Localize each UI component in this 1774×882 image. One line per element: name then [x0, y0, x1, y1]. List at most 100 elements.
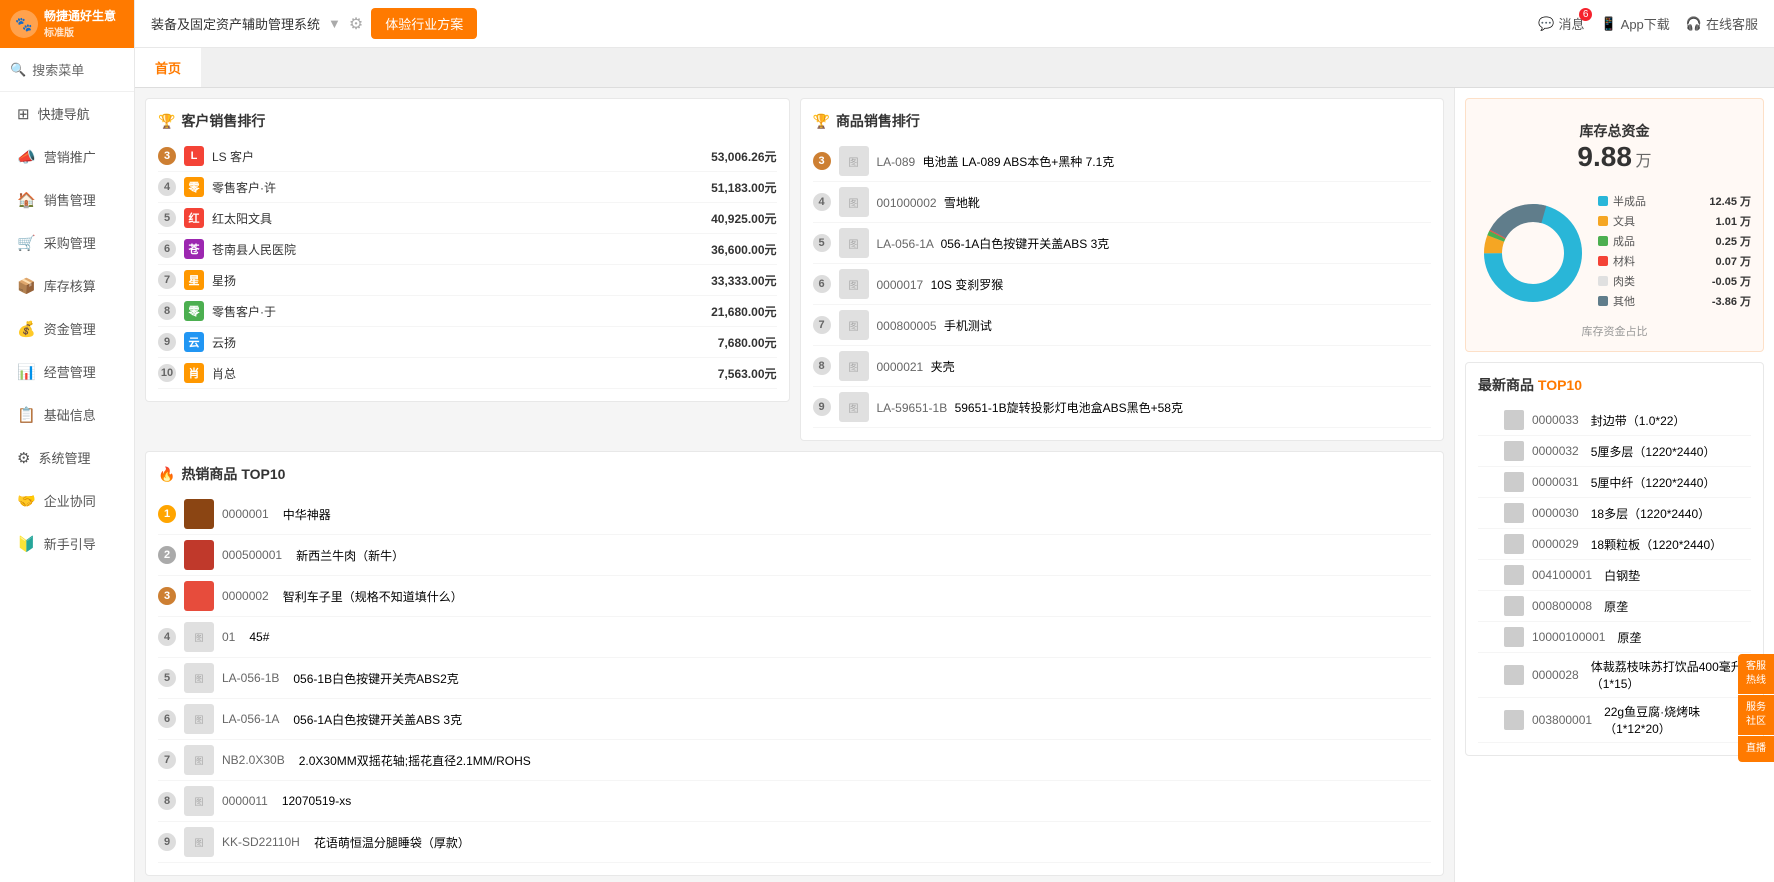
list-item: 5 图 LA-056-1B 056-1B白色按键开关壳ABS2克 [158, 658, 1431, 699]
basic-icon: 📋 [17, 406, 36, 424]
message-icon: 💬 [1538, 16, 1554, 32]
finance-icon: 💰 [17, 320, 36, 338]
rank-number: 4 [158, 178, 176, 196]
sidebar-item-system[interactable]: ⚙ 系统管理 [0, 436, 134, 479]
list-item: 7 图 NB2.0X30B 2.0X30MM双摇花轴;摇花直径2.1MM/ROH… [158, 740, 1431, 781]
message-button[interactable]: 💬 消息 6 [1538, 14, 1584, 33]
customer-value: 53,006.26元 [711, 148, 776, 165]
product-sale-rank-list: 3 图 LA-089 电池盖 LA-089 ABS本色+黑种 7.1克 4 图 [813, 141, 1432, 428]
legend-item: 半成品 12.45 万 [1598, 193, 1751, 209]
tab-home[interactable]: 首页 [135, 48, 201, 87]
product-name: 白钢垫 [1604, 567, 1640, 584]
rank-item: 3 L LS 客户 53,006.26元 [158, 141, 777, 172]
rank-number: 6 [158, 710, 176, 728]
trophy2-icon: 🏆 [813, 113, 830, 130]
sidebar-item-inventory[interactable]: 📦 库存核算 [0, 264, 134, 307]
legend-dot [1598, 296, 1608, 306]
sidebar-item-basic[interactable]: 📋 基础信息 [0, 393, 134, 436]
sidebar-nav: ⊞ 快捷导航 📣 营销推广 🏠 销售管理 🛒 采购管理 📦 库存核算 💰 资金管… [0, 92, 134, 882]
product-info: LA-056-1A 056-1A白色按键开关盖ABS 3克 [877, 235, 1432, 252]
sidebar-item-marketing[interactable]: 📣 营销推广 [0, 135, 134, 178]
customer-value: 40,925.00元 [711, 210, 776, 227]
search-menu-button[interactable]: 🔍 搜索菜单 [10, 56, 124, 83]
rank-number: 6 [1478, 566, 1496, 584]
legend-dot [1598, 236, 1608, 246]
rank-number: 1 [1478, 411, 1496, 429]
rank-item: 6 图 0000017 10S 变刹罗猴 [813, 264, 1432, 305]
customer-value: 21,680.00元 [711, 303, 776, 320]
sidebar-item-sales[interactable]: 🏠 销售管理 [0, 178, 134, 221]
inventory-chart-area: 半成品 12.45 万 文具 1.01 万 成品 0.25 万 [1478, 193, 1751, 313]
product-thumbnail: 图 [184, 745, 214, 775]
product-thumbnail: 图 [184, 622, 214, 652]
rank-number: 6 [158, 240, 176, 258]
product-sale-rank-col: 🏆 商品销售排行 3 图 LA-089 电池盖 LA-089 ABS本色+黑种 … [800, 98, 1445, 451]
list-item: 1 0000001 中华神器 [158, 494, 1431, 535]
customer-service-button[interactable]: 客服热线 [1738, 654, 1774, 694]
app-download-button[interactable]: 📱 App下载 [1600, 14, 1669, 33]
sidebar-label-inventory: 库存核算 [44, 276, 96, 295]
latest-title-text: 最新商品 TOP10 [1478, 375, 1582, 395]
topbar: 装备及固定资产辅助管理系统 ▼ ⚙ 体验行业方案 💬 消息 6 📱 App下载 … [135, 0, 1774, 48]
service-community-button[interactable]: 服务社区 [1738, 695, 1774, 735]
rank-item: 9 图 LA-59651-1B 59651-1B旋转投影灯电池盒ABS黑色+58… [813, 387, 1432, 428]
rank-number: 8 [813, 357, 831, 375]
online-service-label: 在线客服 [1706, 14, 1758, 33]
donut-chart [1478, 198, 1588, 308]
product-thumbnail: 图 [184, 663, 214, 693]
product-thumbnail [1504, 565, 1524, 585]
sidebar-label-marketing: 营销推广 [44, 147, 96, 166]
list-item: 6 图 LA-056-1A 056-1A白色按键开关盖ABS 3克 [158, 699, 1431, 740]
customer-name: 红太阳文具 [212, 210, 703, 227]
legend-dot [1598, 196, 1608, 206]
online-service-button[interactable]: 🎧 在线客服 [1686, 14, 1758, 33]
product-name: 体裁荔枝味苏打饮品400毫升（1*15） [1591, 658, 1751, 692]
product-thumbnail: 图 [184, 827, 214, 857]
customer-badge: 零 [184, 177, 204, 197]
sidebar-label-guide: 新手引导 [44, 534, 96, 553]
rank-number: 2 [158, 546, 176, 564]
customer-badge: 星 [184, 270, 204, 290]
product-name: 2.0X30MM双摇花轴;摇花直径2.1MM/ROHS [299, 752, 531, 769]
sidebar-label-basic: 基础信息 [44, 405, 96, 424]
product-name: 原垄 [1617, 629, 1641, 646]
sidebar-item-company[interactable]: 🤝 企业协同 [0, 479, 134, 522]
list-item: 10 003800001 22g鱼豆腐·烧烤味（1*12*20） [1478, 698, 1751, 743]
sales-icon: 🏠 [17, 191, 36, 209]
sidebar-label-quick-nav: 快捷导航 [38, 104, 90, 123]
sidebar-search-area[interactable]: 🔍 搜索菜单 [0, 48, 134, 92]
product-name: 22g鱼豆腐·烧烤味（1*12*20） [1604, 703, 1751, 737]
customer-name: 零售客户·许 [212, 179, 703, 196]
customer-name: LS 客户 [212, 148, 703, 165]
product-name: 18颗粒板（1220*2440） [1591, 536, 1722, 553]
product-thumbnail: 图 [839, 310, 869, 340]
rank-number: 7 [1478, 597, 1496, 615]
sidebar-item-finance[interactable]: 💰 资金管理 [0, 307, 134, 350]
customer-rank-card: 🏆 客户销售排行 3 L LS 客户 53,006.26元 [145, 98, 790, 402]
logo-badge: 标准版 [44, 24, 116, 39]
settings-icon[interactable]: ⚙ [349, 14, 363, 34]
sidebar-item-purchase[interactable]: 🛒 采购管理 [0, 221, 134, 264]
customer-name: 肖总 [212, 365, 710, 382]
customer-value: 36,600.00元 [711, 241, 776, 258]
list-item: 9 图 KK-SD22110H 花语萌恒温分腿睡袋（厚款） [158, 822, 1431, 863]
search-menu-label: 搜索菜单 [32, 60, 84, 79]
customer-value: 7,680.00元 [718, 334, 777, 351]
rank-number: 5 [813, 234, 831, 252]
live-button[interactable]: 直播 [1738, 736, 1774, 762]
product-sale-rank-title: 🏆 商品销售排行 [813, 111, 1432, 131]
dropdown-arrow-icon[interactable]: ▼ [328, 16, 341, 31]
customer-rank-title: 🏆 客户销售排行 [158, 111, 777, 131]
rank-item: 4 图 001000002 雪地靴 [813, 182, 1432, 223]
sidebar-item-operation[interactable]: 📊 经营管理 [0, 350, 134, 393]
rank-item: 10 肖 肖总 7,563.00元 [158, 358, 777, 389]
rank-number: 4 [1478, 504, 1496, 522]
list-item: 8 10000100001 原垄 [1478, 622, 1751, 653]
sidebar-item-guide[interactable]: 🔰 新手引导 [0, 522, 134, 565]
product-thumbnail [1504, 534, 1524, 554]
try-industry-button[interactable]: 体验行业方案 [371, 8, 477, 39]
product-info: 0000017 10S 变刹罗猴 [877, 276, 1432, 293]
sidebar-item-quick-nav[interactable]: ⊞ 快捷导航 [0, 92, 134, 135]
product-thumbnail [1504, 410, 1524, 430]
rank-number: 9 [1478, 666, 1496, 684]
